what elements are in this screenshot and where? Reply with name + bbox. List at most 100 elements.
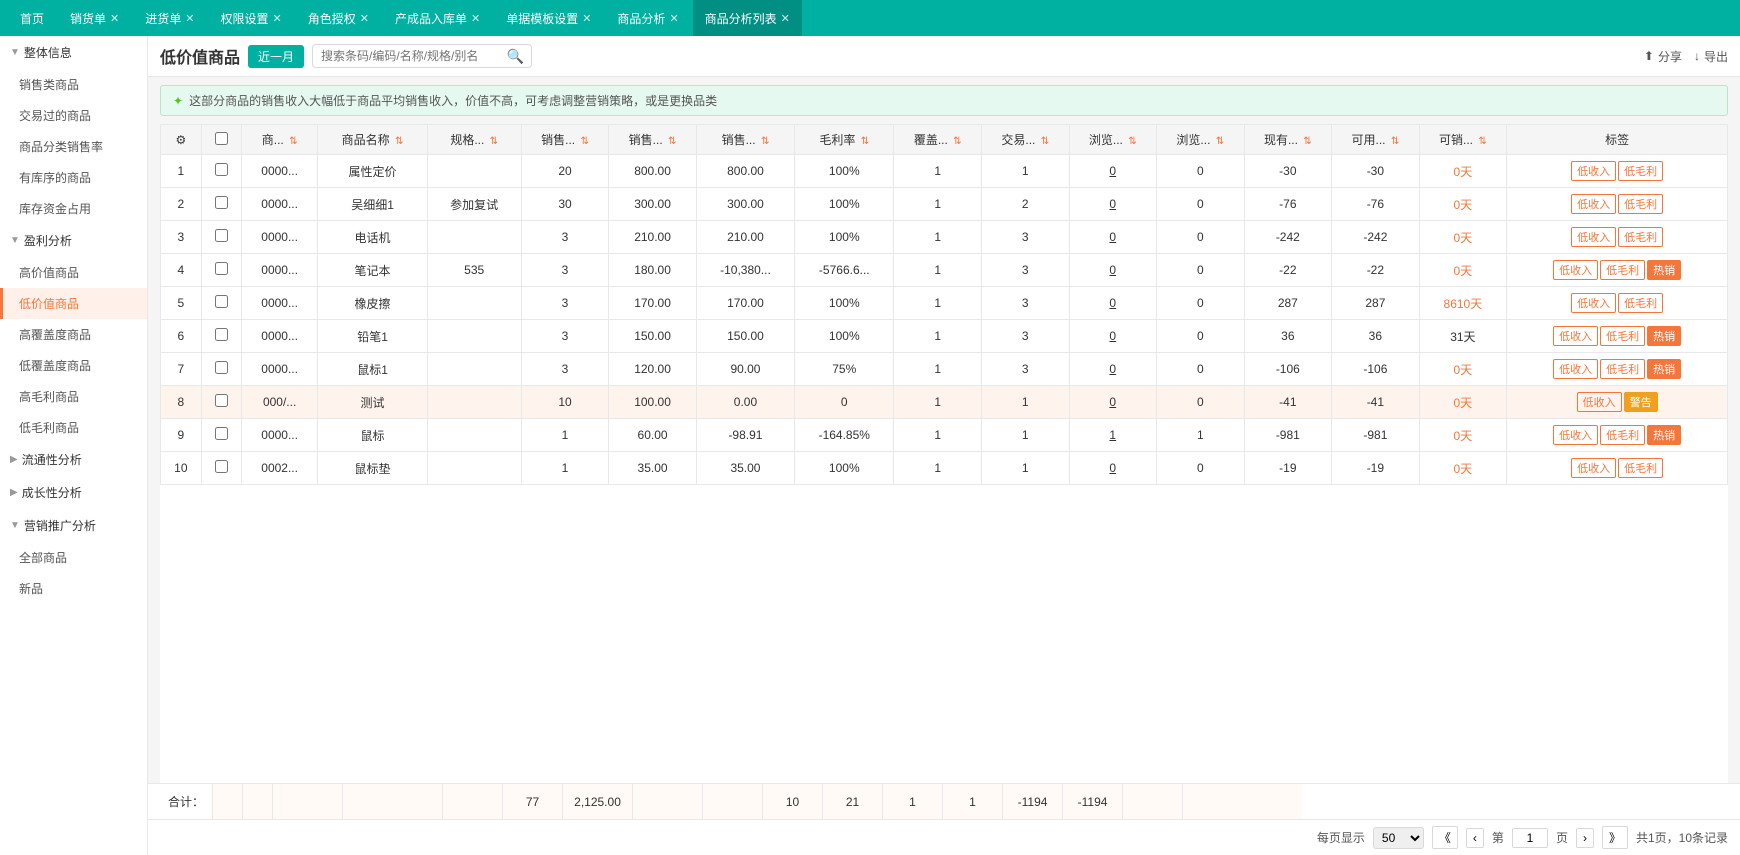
views-link[interactable]: 0 xyxy=(1109,164,1116,178)
views-link[interactable]: 1 xyxy=(1109,428,1116,442)
cell-views1[interactable]: 0 xyxy=(1069,320,1157,353)
col-sales-amount[interactable]: 销售... ⇅ xyxy=(609,125,697,155)
views-link[interactable]: 0 xyxy=(1109,230,1116,244)
cell-checkbox[interactable] xyxy=(201,221,241,254)
views-link[interactable]: 0 xyxy=(1109,461,1116,475)
cell-checkbox[interactable] xyxy=(201,287,241,320)
sidebar-group-liquidity[interactable]: ▶ 流通性分析 xyxy=(0,443,147,476)
nav-close-icon[interactable]: ✕ xyxy=(273,12,282,25)
nav-close-icon[interactable]: ✕ xyxy=(781,12,790,25)
col-settings[interactable]: ⚙ xyxy=(161,125,202,155)
sidebar-item-traded-products[interactable]: 交易过的商品 xyxy=(0,100,147,131)
nav-product-analysis-list[interactable]: 商品分析列表 ✕ xyxy=(693,0,802,36)
select-all-checkbox[interactable] xyxy=(215,132,228,145)
cell-checkbox[interactable] xyxy=(201,155,241,188)
cell-checkbox[interactable] xyxy=(201,188,241,221)
next-page-button[interactable]: › xyxy=(1576,828,1594,848)
views-link[interactable]: 0 xyxy=(1109,362,1116,376)
cell-views1[interactable]: 1 xyxy=(1069,419,1157,452)
nav-sales-order[interactable]: 销货单 ✕ xyxy=(58,0,131,36)
col-coverage[interactable]: 覆盖... ⇅ xyxy=(894,125,982,155)
col-tags[interactable]: 标签 xyxy=(1507,125,1728,155)
nav-permission-settings[interactable]: 权限设置 ✕ xyxy=(208,0,293,36)
col-checkbox[interactable] xyxy=(201,125,241,155)
search-icon[interactable]: 🔍 xyxy=(507,48,524,65)
col-views2[interactable]: 浏览... ⇅ xyxy=(1157,125,1245,155)
page-number-input[interactable] xyxy=(1512,828,1548,848)
col-current-stock[interactable]: 现有... ⇅ xyxy=(1244,125,1332,155)
row-checkbox[interactable] xyxy=(215,196,228,209)
sidebar-item-low-value[interactable]: 低价值商品 xyxy=(0,288,147,319)
sidebar-item-high-margin[interactable]: 高毛利商品 xyxy=(0,381,147,412)
col-views1[interactable]: 浏览... ⇅ xyxy=(1069,125,1157,155)
nav-close-icon[interactable]: ✕ xyxy=(185,12,194,25)
cell-views1[interactable]: 0 xyxy=(1069,452,1157,485)
nav-close-icon[interactable]: ✕ xyxy=(669,12,678,25)
sidebar-item-stocked-products[interactable]: 有库序的商品 xyxy=(0,162,147,193)
row-checkbox[interactable] xyxy=(215,394,228,407)
cell-checkbox[interactable] xyxy=(201,419,241,452)
col-sellable[interactable]: 可销... ⇅ xyxy=(1419,125,1507,155)
row-checkbox[interactable] xyxy=(215,163,228,176)
prev-page-button[interactable]: ‹ xyxy=(1466,828,1484,848)
row-checkbox[interactable] xyxy=(215,262,228,275)
views-link[interactable]: 0 xyxy=(1109,197,1116,211)
sidebar-item-new-products[interactable]: 新品 xyxy=(0,573,147,604)
search-input[interactable] xyxy=(312,44,532,68)
row-checkbox[interactable] xyxy=(215,295,228,308)
cell-checkbox[interactable] xyxy=(201,320,241,353)
row-checkbox[interactable] xyxy=(215,328,228,341)
first-page-button[interactable]: 《 xyxy=(1432,826,1458,849)
time-filter-button[interactable]: 近一月 xyxy=(248,45,304,68)
nav-purchase-order[interactable]: 进货单 ✕ xyxy=(133,0,206,36)
sidebar-item-low-margin[interactable]: 低毛利商品 xyxy=(0,412,147,443)
nav-product-inbound[interactable]: 产成品入库单 ✕ xyxy=(383,0,492,36)
col-sales-cost[interactable]: 销售... ⇅ xyxy=(696,125,794,155)
cell-views1[interactable]: 0 xyxy=(1069,353,1157,386)
row-checkbox[interactable] xyxy=(215,361,228,374)
col-available[interactable]: 可用... ⇅ xyxy=(1332,125,1420,155)
sidebar-group-growth[interactable]: ▶ 成长性分析 xyxy=(0,476,147,509)
sidebar-group-marketing[interactable]: ▼ 营销推广分析 xyxy=(0,509,147,542)
nav-template-settings[interactable]: 单据模板设置 ✕ xyxy=(494,0,603,36)
row-checkbox[interactable] xyxy=(215,460,228,473)
cell-checkbox[interactable] xyxy=(201,452,241,485)
views-link[interactable]: 0 xyxy=(1109,296,1116,310)
col-spec[interactable]: 规格... ⇅ xyxy=(427,125,521,155)
row-checkbox[interactable] xyxy=(215,427,228,440)
page-size-select[interactable]: 50 20 100 xyxy=(1373,827,1424,849)
cell-checkbox[interactable] xyxy=(201,254,241,287)
views-link[interactable]: 0 xyxy=(1109,263,1116,277)
nav-home[interactable]: 首页 xyxy=(8,0,56,36)
row-checkbox[interactable] xyxy=(215,229,228,242)
share-button[interactable]: ⬆ 分享 xyxy=(1644,48,1682,65)
sidebar-item-high-value[interactable]: 高价值商品 xyxy=(0,257,147,288)
table-wrapper[interactable]: ⚙ 商... ⇅ 商品名称 ⇅ 规格... ⇅ 销售... ⇅ 销售... ⇅ … xyxy=(160,124,1728,783)
cell-views1[interactable]: 0 xyxy=(1069,221,1157,254)
col-transactions[interactable]: 交易... ⇅ xyxy=(981,125,1069,155)
views-link[interactable]: 0 xyxy=(1109,395,1116,409)
cell-views1[interactable]: 0 xyxy=(1069,155,1157,188)
views-link[interactable]: 0 xyxy=(1109,329,1116,343)
nav-close-icon[interactable]: ✕ xyxy=(582,12,591,25)
nav-role-auth[interactable]: 角色授权 ✕ xyxy=(296,0,381,36)
nav-product-analysis[interactable]: 商品分析 ✕ xyxy=(605,0,690,36)
cell-views1[interactable]: 0 xyxy=(1069,287,1157,320)
col-sales-qty[interactable]: 销售... ⇅ xyxy=(521,125,609,155)
sidebar-item-stock-fund[interactable]: 库存资金占用 xyxy=(0,193,147,224)
last-page-button[interactable]: 》 xyxy=(1602,826,1628,849)
sidebar-item-sales-products[interactable]: 销售类商品 xyxy=(0,69,147,100)
cell-views1[interactable]: 0 xyxy=(1069,254,1157,287)
cell-views1[interactable]: 0 xyxy=(1069,188,1157,221)
sidebar-item-category-sales-rate[interactable]: 商品分类销售率 xyxy=(0,131,147,162)
col-code[interactable]: 商... ⇅ xyxy=(241,125,318,155)
nav-close-icon[interactable]: ✕ xyxy=(110,12,119,25)
sidebar-item-low-coverage[interactable]: 低覆盖度商品 xyxy=(0,350,147,381)
cell-checkbox[interactable] xyxy=(201,386,241,419)
col-margin[interactable]: 毛利率 ⇅ xyxy=(795,125,894,155)
nav-close-icon[interactable]: ✕ xyxy=(471,12,480,25)
export-button[interactable]: ↓ 导出 xyxy=(1694,48,1728,65)
cell-views1[interactable]: 0 xyxy=(1069,386,1157,419)
col-name[interactable]: 商品名称 ⇅ xyxy=(318,125,427,155)
sidebar-group-profit[interactable]: ▼ 盈利分析 xyxy=(0,224,147,257)
